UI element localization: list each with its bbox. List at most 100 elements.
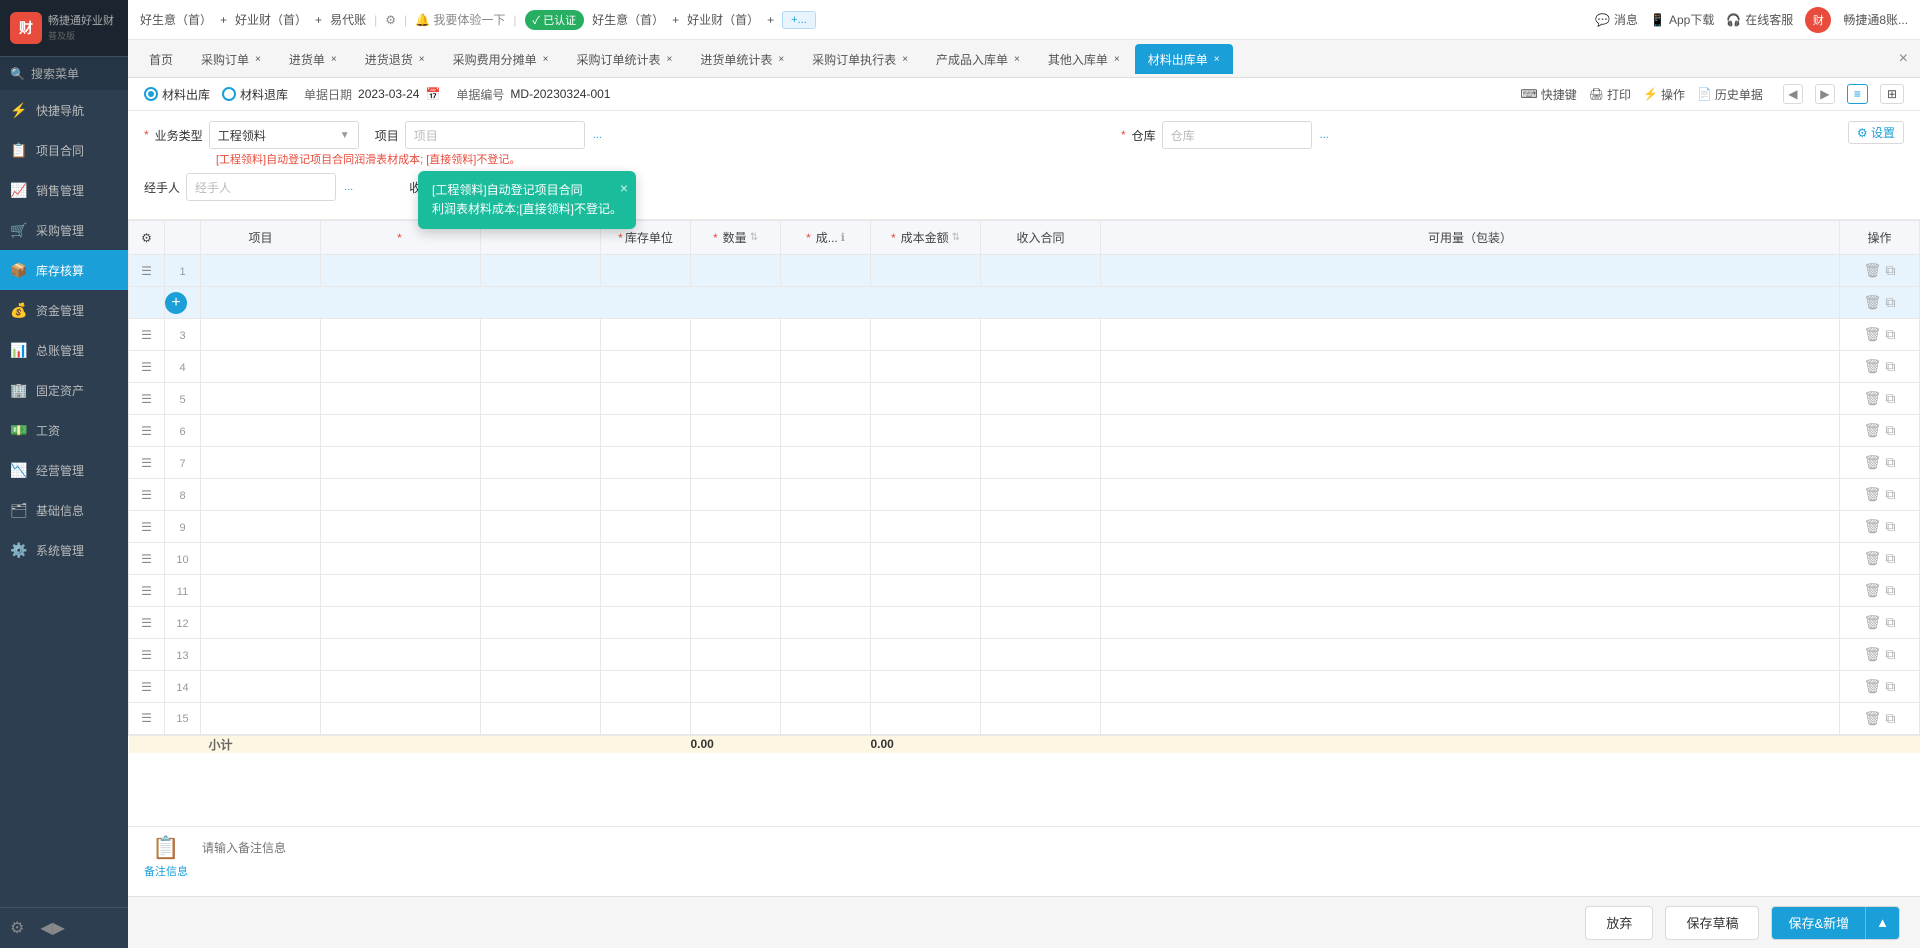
row-cell-1[interactable] [321, 671, 481, 703]
row-cell-6[interactable] [871, 447, 981, 479]
operation-btn[interactable]: ⚡ 操作 [1643, 86, 1685, 103]
row-cost-amount-cell[interactable] [871, 255, 981, 287]
copy-row-icon[interactable]: ⧉ [1885, 294, 1895, 311]
delete-row-icon[interactable]: 🗑 [1864, 294, 1882, 311]
tab-purchase-exec[interactable]: 采购订单执行表 × [799, 44, 921, 74]
row-cell-7[interactable] [981, 607, 1101, 639]
settings-icon-top[interactable]: ⚙ [385, 13, 396, 27]
row-cell-2[interactable] [481, 703, 601, 735]
row-cell-3[interactable] [601, 383, 691, 415]
copy-row-icon[interactable]: ⧉ [1885, 454, 1895, 471]
copy-row-icon[interactable]: ⧉ [1885, 390, 1895, 407]
row-cell-3[interactable] [601, 639, 691, 671]
row-gear-icon[interactable]: ☰ [141, 360, 152, 374]
more-button[interactable]: +... [782, 11, 816, 29]
business-type-input[interactable]: 工程领料 ▼ [209, 121, 359, 149]
sidebar-item-payroll[interactable]: 💵 工资 [0, 410, 128, 450]
row-cell-0[interactable] [201, 479, 321, 511]
copy-row-icon[interactable]: ⧉ [1885, 550, 1895, 567]
settings-icon[interactable]: ⚙ [10, 918, 24, 938]
tab-purchase-order[interactable]: 采购订单 × [188, 44, 274, 74]
row-cell-3[interactable] [601, 351, 691, 383]
close-tab-icon[interactable]: × [1014, 54, 1020, 65]
tab-other-in[interactable]: 其他入库单 × [1035, 44, 1133, 74]
topbar-link-4[interactable]: 好生意（首） [592, 11, 664, 28]
row-gear-icon[interactable]: ☰ [141, 584, 152, 598]
sidebar-item-project[interactable]: 📋 项目合同 [0, 130, 128, 170]
row-cell-7[interactable] [981, 383, 1101, 415]
row-cell-0[interactable] [201, 415, 321, 447]
close-tab-icon[interactable]: × [1114, 54, 1120, 65]
row-gear-icon[interactable]: ☰ [141, 392, 152, 406]
row-cell-8[interactable] [1101, 607, 1840, 639]
row-spec-cell[interactable] [481, 255, 601, 287]
delete-row-icon[interactable]: 🗑 [1864, 454, 1882, 471]
shortcut-btn[interactable]: ⌨ 快捷键 [1520, 86, 1576, 103]
row-cell-7[interactable] [981, 447, 1101, 479]
row-cell-6[interactable] [871, 383, 981, 415]
row-cell-5[interactable] [781, 703, 871, 735]
delete-row-icon[interactable]: 🗑 [1864, 518, 1882, 535]
row-cell-8[interactable] [1101, 447, 1840, 479]
collapse-icon[interactable]: ◀▶ [40, 918, 65, 938]
row-cell-7[interactable] [981, 575, 1101, 607]
copy-row-icon[interactable]: ⧉ [1885, 422, 1895, 439]
row-cell-4[interactable] [691, 543, 781, 575]
row-cell-1[interactable] [321, 447, 481, 479]
row-cell-2[interactable] [481, 607, 601, 639]
sidebar-item-purchase[interactable]: 🛒 采购管理 [0, 210, 128, 250]
topbar-link-1[interactable]: 好生意（首） [140, 11, 212, 28]
project-input[interactable]: 项目 [405, 121, 585, 149]
row-cell-8[interactable] [1101, 479, 1840, 511]
delete-row-icon[interactable]: 🗑 [1864, 358, 1882, 375]
row-cell-0[interactable] [201, 703, 321, 735]
row-cell-1[interactable] [321, 639, 481, 671]
delete-row-icon[interactable]: 🗑 [1864, 262, 1882, 279]
row-cell-2[interactable] [481, 383, 601, 415]
row-cell-6[interactable] [871, 543, 981, 575]
layout-btn-2[interactable]: ⊞ [1880, 84, 1904, 104]
tab-material-out[interactable]: 材料出库单 × [1135, 44, 1233, 74]
row-cell-5[interactable] [781, 511, 871, 543]
delete-row-icon[interactable]: 🗑 [1864, 422, 1882, 439]
row-cell-2[interactable] [481, 511, 601, 543]
copy-row-icon[interactable]: ⧉ [1885, 614, 1895, 631]
row-cell-4[interactable] [691, 511, 781, 543]
next-record-btn[interactable]: ▶ [1815, 84, 1835, 104]
row-cell-2[interactable] [481, 351, 601, 383]
row-gear-icon[interactable]: ☰ [141, 680, 152, 694]
warehouse-more-icon[interactable]: ... [1320, 129, 1329, 141]
row-cell-1[interactable] [321, 511, 481, 543]
row-cell-5[interactable] [781, 415, 871, 447]
row-cell-8[interactable] [1101, 543, 1840, 575]
delete-row-icon[interactable]: 🗑 [1864, 646, 1882, 663]
row-material-cell[interactable] [321, 255, 481, 287]
row-cell-7[interactable] [981, 511, 1101, 543]
row-cell-3[interactable] [601, 575, 691, 607]
handler-input[interactable]: 经手人 [186, 173, 336, 201]
row-cell-3[interactable] [601, 319, 691, 351]
row-cell-3[interactable] [601, 415, 691, 447]
row-cell-0[interactable] [201, 639, 321, 671]
row-cell-8[interactable] [1101, 351, 1840, 383]
warehouse-input[interactable]: 仓库 [1162, 121, 1312, 149]
sidebar-item-asset[interactable]: 🏢 固定资产 [0, 370, 128, 410]
delete-row-icon[interactable]: 🗑 [1864, 550, 1882, 567]
print-btn[interactable]: 🖨 打印 [1589, 86, 1631, 103]
row-cell-0[interactable] [201, 511, 321, 543]
row-cell-5[interactable] [781, 671, 871, 703]
row-cell-2[interactable] [481, 639, 601, 671]
close-tab-icon[interactable]: × [1214, 54, 1220, 65]
tab-purchase-in[interactable]: 进货单 × [276, 44, 350, 74]
row-cell-6[interactable] [871, 351, 981, 383]
row-cell-4[interactable] [691, 447, 781, 479]
row-cell-7[interactable] [981, 479, 1101, 511]
row-gear-icon[interactable]: ☰ [141, 711, 152, 725]
row-gear-icon[interactable]: ☰ [141, 648, 152, 662]
quantity-sort-icon[interactable]: ⇅ [750, 232, 758, 243]
settings-header-icon[interactable]: ⚙ [141, 231, 152, 245]
row-cell-3[interactable] [601, 671, 691, 703]
row-cell-3[interactable] [601, 511, 691, 543]
row-cell-8[interactable] [1101, 639, 1840, 671]
row-cell-6[interactable] [871, 511, 981, 543]
